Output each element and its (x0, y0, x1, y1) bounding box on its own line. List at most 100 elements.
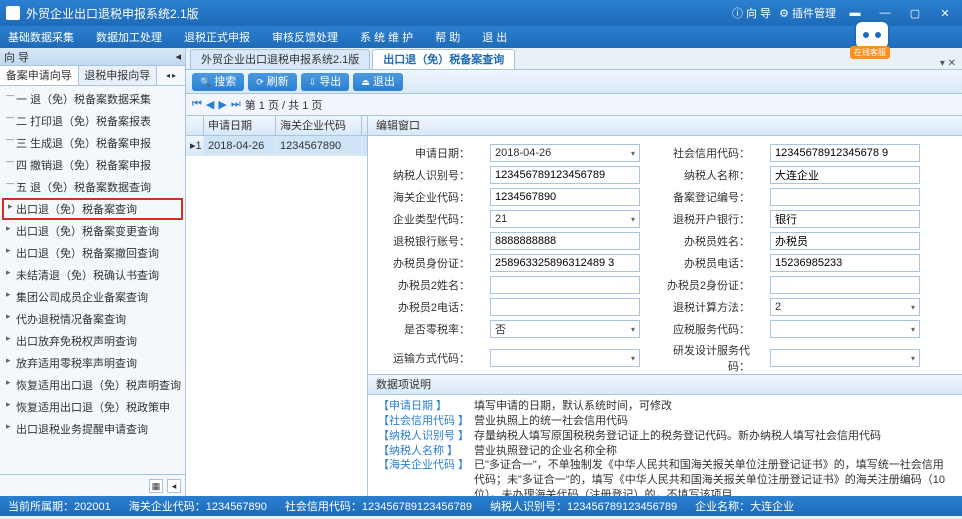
nav-tab-right-icon[interactable]: ▸ (172, 71, 176, 80)
bsyxm-input[interactable] (770, 232, 920, 250)
tskh-input[interactable] (770, 210, 920, 228)
grid-cell-code: 1234567890 (276, 136, 362, 156)
ysfs-select[interactable]: ▾ (490, 349, 640, 367)
badjbh-input[interactable] (770, 188, 920, 206)
grid-row-indicator: ▸1 (186, 136, 204, 156)
menu-item[interactable]: 帮 助 (435, 29, 460, 45)
pager-last-icon[interactable]: ⏭ (231, 98, 241, 111)
nav-tree-item[interactable]: 集团公司成员企业备案查询 (2, 286, 183, 308)
qylx-select[interactable]: 21▾ (490, 210, 640, 228)
pager-next-icon[interactable]: ▶ (218, 98, 226, 111)
nav-tree-item[interactable]: 出口退（免）税备案撤回查询 (2, 242, 183, 264)
yssw-select[interactable]: ▾ (770, 320, 920, 338)
pager-prev-icon[interactable]: ◀ (206, 98, 214, 111)
mascot[interactable]: 在线客服 (842, 20, 902, 70)
yffw-select[interactable]: ▾ (770, 349, 920, 367)
nav-tree-item[interactable]: 代办退税情况备案查询 (2, 308, 183, 330)
nav-tab-refund[interactable]: 退税申报向导 (79, 66, 158, 85)
menu-item[interactable]: 退税正式申报 (184, 29, 250, 45)
form-body: 申请日期： 2018-04-26▾ 社会信用代码： 纳税人识别号： 纳税人名称：… (368, 136, 962, 374)
content-panel: 在线客服 外贸企业出口退税申报系统2.1版 出口退（免）税备案查询 ▾ ✕ 🔍搜… (186, 48, 962, 496)
nav-tree-item[interactable]: 恢复适用出口退（免）税政策申 (2, 396, 183, 418)
nav-footer-btn[interactable]: ◂ (167, 479, 181, 493)
nav-tree-item[interactable]: 五 退（免）税备案数据查询 (2, 176, 183, 198)
export-button[interactable]: ⇩导出 (301, 73, 350, 91)
desc-key: 【申请日期 】 (378, 399, 474, 414)
description-panel: 数据项说明 【申请日期 】填写申请的日期，默认系统时间，可修改【社会信用代码 】… (368, 374, 962, 496)
minimize-button[interactable]: — (874, 7, 896, 19)
bsdh-label: 办税员电话： (660, 255, 750, 271)
tsjsff-label: 退税计算方法： (660, 299, 750, 315)
close-button[interactable]: ✕ (934, 7, 956, 20)
exit-button[interactable]: ⏏退出 (353, 73, 403, 91)
nav-tree-item[interactable]: 出口退（免）税备案查询 (2, 198, 183, 220)
dropdown-icon: ▾ (631, 149, 635, 158)
bsy2xm-label: 办税员2姓名： (380, 277, 470, 293)
menu-item[interactable]: 数据加工处理 (96, 29, 162, 45)
tsjsff-select[interactable]: 2▾ (770, 298, 920, 316)
doc-tab-home[interactable]: 外贸企业出口退税申报系统2.1版 (190, 49, 370, 69)
nav-tab-left-icon[interactable]: ◂ (166, 71, 170, 80)
bsy2dh-input[interactable] (490, 298, 640, 316)
bsy2xm-input[interactable] (490, 276, 640, 294)
refresh-button[interactable]: ⟳刷新 (248, 73, 297, 91)
nsrsbh-input[interactable] (490, 166, 640, 184)
dropdown-icon: ▾ (631, 354, 635, 363)
apply-date-input[interactable]: 2018-04-26▾ (490, 144, 640, 162)
shxydm-input[interactable] (770, 144, 920, 162)
yffw-label: 研发设计服务代码： (660, 342, 750, 374)
bsdh-input[interactable] (770, 254, 920, 272)
nav-tree-item[interactable]: 四 撤销退（免）税备案申报 (2, 154, 183, 176)
nav-tree-item[interactable]: 出口放弃免税权声明查询 (2, 330, 183, 352)
pager-first-icon[interactable]: ⏮ (192, 98, 202, 111)
nav-tree-item[interactable]: 三 生成退（免）税备案申报 (2, 132, 183, 154)
yssw-label: 应税服务代码： (660, 321, 750, 337)
nsrmc-input[interactable] (770, 166, 920, 184)
guide-link[interactable]: ⓘ 向 导 (732, 5, 771, 21)
nav-footer: ▦ ◂ (0, 474, 185, 496)
qylx-label: 企业类型代码： (380, 211, 470, 227)
export-icon: ⇩ (309, 73, 317, 91)
tsyh-input[interactable] (490, 232, 640, 250)
shxydm-label: 社会信用代码： (660, 145, 750, 161)
sflsl-select[interactable]: 否▾ (490, 320, 640, 338)
desc-row: 【纳税人识别号 】存量纳税人填写原国税税务登记证上的税务登记代码。新办纳税人填写… (378, 429, 952, 444)
bsy2sf-input[interactable] (770, 276, 920, 294)
window-prev-button[interactable]: ▬ (844, 7, 866, 19)
nav-tree-item[interactable]: 出口退税业务提醒申请查询 (2, 418, 183, 440)
doc-tabs-close-icon[interactable]: ▾ ✕ (940, 58, 956, 69)
menu-item[interactable]: 退 出 (482, 29, 507, 45)
bssfz-input[interactable] (490, 254, 640, 272)
menu-bar: 基础数据采集 数据加工处理 退税正式申报 审核反馈处理 系 统 维 护 帮 助 … (0, 26, 962, 48)
nav-tree-item[interactable]: 放弃适用零税率声明查询 (2, 352, 183, 374)
desc-row: 【申请日期 】填写申请的日期，默认系统时间，可修改 (378, 399, 952, 414)
plugin-link[interactable]: ⚙ 插件管理 (779, 5, 836, 21)
nav-tree-item[interactable]: 恢复适用出口退（免）税声明查询 (2, 374, 183, 396)
status-sh: 社会信用代码：123456789123456789 (285, 498, 472, 514)
maximize-button[interactable]: ▢ (904, 7, 926, 20)
nav-tree-item[interactable]: 一 退（免）税备案数据采集 (2, 88, 183, 110)
hqdm-input[interactable] (490, 188, 640, 206)
menu-item[interactable]: 审核反馈处理 (272, 29, 338, 45)
nav-tab-filing[interactable]: 备案申请向导 (0, 66, 79, 85)
refresh-icon: ⟳ (256, 73, 264, 91)
menu-item[interactable]: 系 统 维 护 (360, 29, 413, 45)
nav-tree-item[interactable]: 二 打印退（免）税备案报表 (2, 110, 183, 132)
grid-col-rownum (186, 116, 204, 135)
nav-tree-item[interactable]: 未结清退（免）税确认书查询 (2, 264, 183, 286)
desc-row: 【海关企业代码 】已"多证合一"，不单独制发《中华人民共和国海关报关单位注册登记… (378, 458, 952, 496)
badjbh-label: 备案登记编号： (660, 189, 750, 205)
desc-key: 【纳税人名称 】 (378, 444, 474, 459)
grid-row[interactable]: ▸1 2018-04-26 1234567890 (186, 136, 367, 156)
status-qy: 企业名称：大连企业 (695, 498, 794, 514)
menu-item[interactable]: 基础数据采集 (8, 29, 74, 45)
hqdm-label: 海关企业代码： (380, 189, 470, 205)
nav-footer-btn[interactable]: ▦ (149, 479, 163, 493)
nav-collapse-icon[interactable]: ◂ (175, 50, 181, 63)
grid-col-code[interactable]: 海关企业代码 (276, 116, 362, 135)
form-panel: 编辑窗口 申请日期： 2018-04-26▾ 社会信用代码： 纳税人识别号： 纳… (368, 116, 962, 496)
doc-tab-query[interactable]: 出口退（免）税备案查询 (372, 49, 515, 69)
search-button[interactable]: 🔍搜索 (192, 73, 244, 91)
grid-col-date[interactable]: 申请日期 (204, 116, 276, 135)
nav-tree-item[interactable]: 出口退（免）税备案变更查询 (2, 220, 183, 242)
